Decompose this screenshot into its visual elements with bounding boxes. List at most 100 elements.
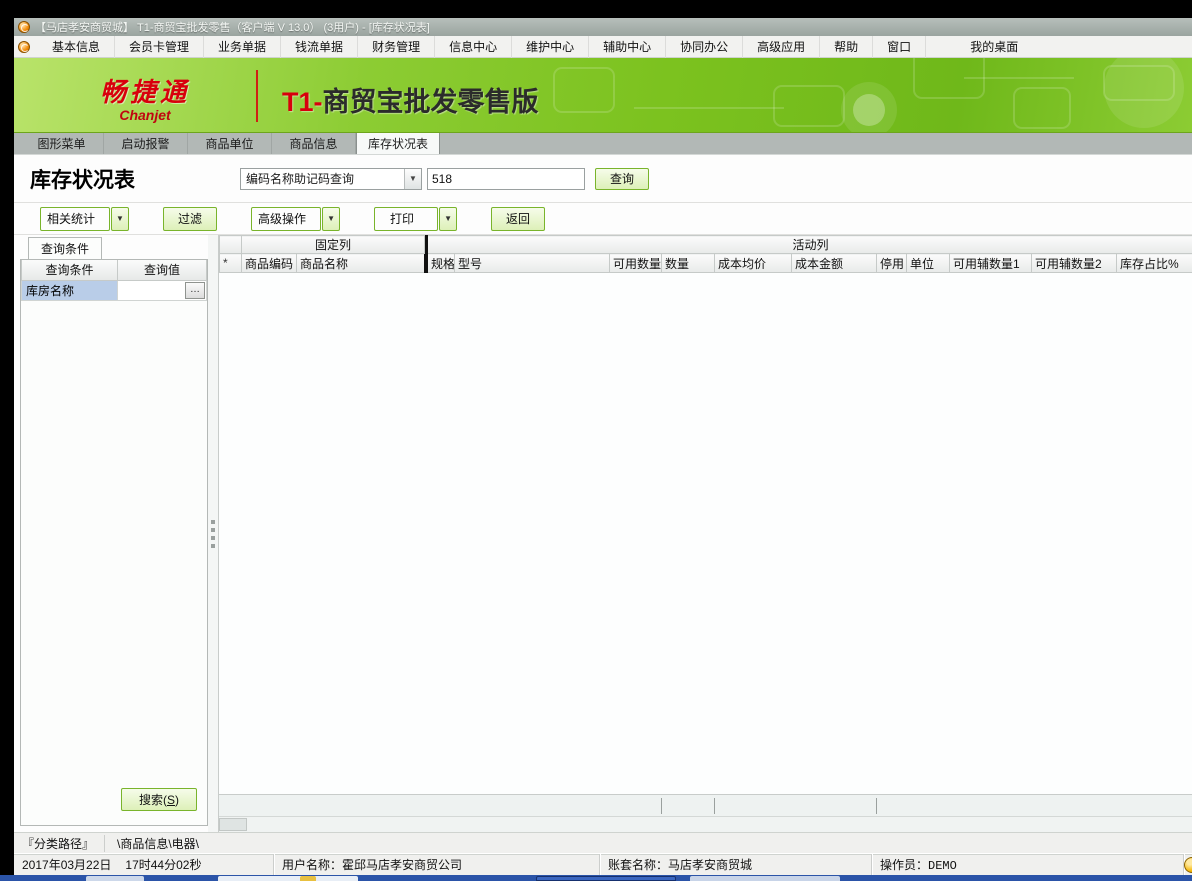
product-name: 商贸宝批发零售版 bbox=[322, 87, 539, 117]
menu-item-business-docs[interactable]: 业务单据 bbox=[204, 35, 282, 58]
tab-graphic-menu[interactable]: 图形菜单 bbox=[20, 133, 104, 154]
content-area: 库存状况表 编码名称助记码查询 ▼ 查询 相关统计 ▼ 过滤 高级操作 ▼ 打印… bbox=[14, 155, 1192, 875]
notification-icon[interactable] bbox=[1184, 856, 1192, 873]
grid-header: 固定列 活动列 * 商品编码 商品名称 规格 型号 可用数量 数量 成本均价 成… bbox=[219, 235, 1192, 273]
col-header-available-qty[interactable]: 可用数量 bbox=[609, 253, 663, 273]
menu-item-assist-center[interactable]: 辅助中心 bbox=[589, 35, 667, 58]
status-operator: 操作员：DEMO bbox=[872, 854, 1184, 875]
tab-inventory-status[interactable]: 库存状况表 bbox=[356, 133, 440, 154]
warehouse-value-cell[interactable]: … bbox=[117, 280, 207, 301]
menu-item-advanced-apps[interactable]: 高级应用 bbox=[743, 35, 821, 58]
col-header-avg-cost[interactable]: 成本均价 bbox=[714, 253, 793, 273]
menu-item-cashflow-docs[interactable]: 钱流单据 bbox=[281, 35, 359, 58]
related-stats-caret-icon[interactable]: ▼ bbox=[111, 206, 130, 231]
active-columns-group-header: 活动列 bbox=[427, 235, 1192, 254]
grid-summary-row bbox=[219, 794, 1192, 816]
inventory-grid: 固定列 活动列 * 商品编码 商品名称 规格 型号 可用数量 数量 成本均价 成… bbox=[218, 235, 1192, 832]
menu-item-finance[interactable]: 财务管理 bbox=[358, 35, 436, 58]
menu-item-member-card[interactable]: 会员卡管理 bbox=[115, 35, 205, 58]
menu-item-basic-info[interactable]: 基本信息 bbox=[38, 35, 116, 58]
logo-english: Chanjet bbox=[119, 107, 171, 123]
caret-down-icon[interactable]: ▼ bbox=[404, 168, 421, 189]
summary-divider bbox=[661, 798, 662, 814]
status-time: 17时44分02秒 bbox=[125, 858, 202, 872]
related-stats-button[interactable]: 相关统计 bbox=[40, 206, 111, 231]
condition-row: 库房名称 … bbox=[21, 280, 207, 301]
query-condition-tab[interactable]: 查询条件 bbox=[28, 237, 102, 259]
query-button[interactable]: 查询 bbox=[595, 167, 649, 190]
menu-item-collaboration[interactable]: 协同办公 bbox=[666, 35, 744, 58]
brand-banner: 畅捷通 Chanjet T1-商贸宝批发零售版 bbox=[14, 58, 1192, 133]
tab-product-unit[interactable]: 商品单位 bbox=[188, 133, 272, 154]
menu-item-help[interactable]: 帮助 bbox=[820, 35, 874, 58]
warehouse-name-cell[interactable]: 库房名称 bbox=[21, 280, 118, 301]
back-button[interactable]: 返回 bbox=[491, 206, 546, 231]
fixed-columns-group-header: 固定列 bbox=[240, 235, 426, 254]
menu-item-info-center[interactable]: 信息中心 bbox=[435, 35, 513, 58]
col-header-spec[interactable]: 规格 bbox=[427, 253, 456, 273]
ellipsis-button[interactable]: … bbox=[185, 281, 205, 299]
menu-item-window[interactable]: 窗口 bbox=[873, 35, 927, 58]
panel-empty-space bbox=[21, 301, 207, 789]
category-path-value: \商品信息\电器\ bbox=[117, 836, 200, 851]
scrollbar-thumb[interactable] bbox=[219, 818, 247, 831]
page-title: 库存状况表 bbox=[30, 168, 135, 192]
col-header-qty[interactable]: 数量 bbox=[661, 253, 716, 273]
document-tab-bar: 图形菜单 启动报警 商品单位 商品信息 库存状况表 bbox=[14, 133, 1192, 155]
col-header-stock-ratio[interactable]: 库存占比% bbox=[1116, 253, 1192, 273]
status-bar: 2017年03月22日 17时44分02秒 用户名称：霍邱马店孝安商贸公司 账套… bbox=[14, 853, 1192, 875]
advanced-ops-button[interactable]: 高级操作 bbox=[251, 206, 322, 231]
query-condition-box: 查询条件 查询值 库房名称 … 搜索(S) bbox=[20, 259, 208, 826]
search-type-select[interactable]: 编码名称助记码查询 ▼ bbox=[240, 167, 422, 190]
condition-table: 查询条件 查询值 库房名称 … bbox=[21, 260, 207, 301]
condition-column-header[interactable]: 查询条件 bbox=[21, 260, 118, 281]
search-input[interactable] bbox=[427, 167, 585, 190]
search-type-value: 编码名称助记码查询 bbox=[246, 172, 355, 186]
col-header-product-name[interactable]: 商品名称 bbox=[295, 253, 426, 273]
system-menu-icon[interactable] bbox=[18, 40, 30, 53]
advanced-ops-caret-icon[interactable]: ▼ bbox=[322, 206, 341, 231]
filter-button[interactable]: 过滤 bbox=[163, 206, 218, 231]
status-date: 2017年03月22日 bbox=[22, 858, 112, 872]
application-window: 【马店孝安商贸城】 T1-商贸宝批发零售（客户端 V 13.0） (3用户) -… bbox=[14, 18, 1192, 875]
app-icon bbox=[18, 21, 30, 33]
menu-item-maintenance[interactable]: 维护中心 bbox=[512, 35, 590, 58]
col-header-model[interactable]: 型号 bbox=[454, 253, 611, 273]
taskbar-window-button[interactable] bbox=[690, 876, 840, 881]
category-path-label: 『分类路径』 bbox=[14, 834, 106, 852]
page-header: 库存状况表 编码名称助记码查询 ▼ 查询 bbox=[14, 155, 1192, 203]
col-header-aux-qty1[interactable]: 可用辅数量1 bbox=[949, 253, 1033, 273]
print-button[interactable]: 打印 bbox=[374, 206, 439, 231]
col-header-unit[interactable]: 单位 bbox=[906, 253, 951, 273]
panel-search-wrap: 搜索(S) bbox=[121, 788, 197, 811]
col-header-aux-qty2[interactable]: 可用辅数量2 bbox=[1031, 253, 1118, 273]
taskbar[interactable] bbox=[0, 875, 1192, 881]
taskbar-window-button[interactable] bbox=[218, 876, 358, 881]
value-column-header[interactable]: 查询值 bbox=[117, 260, 207, 281]
col-header-product-code[interactable]: 商品编码 bbox=[241, 253, 297, 273]
category-path-bar: 『分类路径』 \商品信息\电器\ bbox=[14, 832, 1192, 853]
panel-splitter[interactable] bbox=[208, 235, 218, 832]
taskbar-window-button[interactable] bbox=[536, 876, 676, 881]
toolbar: 相关统计 ▼ 过滤 高级操作 ▼ 打印 ▼ 返回 bbox=[14, 203, 1192, 235]
grid-corner-cell bbox=[219, 235, 242, 254]
advanced-ops-split: 高级操作 ▼ bbox=[251, 206, 341, 231]
title-bar: 【马店孝安商贸城】 T1-商贸宝批发零售（客户端 V 13.0） (3用户) -… bbox=[14, 18, 1192, 36]
taskbar-window-button[interactable] bbox=[86, 876, 144, 881]
taskbar-icon[interactable] bbox=[300, 876, 316, 881]
chanjet-logo: 畅捷通 Chanjet bbox=[100, 72, 190, 123]
summary-divider bbox=[876, 798, 877, 814]
search-label-pre: 搜索( bbox=[138, 793, 167, 807]
window-title: 【马店孝安商贸城】 T1-商贸宝批发零售（客户端 V 13.0） (3用户) -… bbox=[35, 22, 430, 34]
logo-chinese: 畅捷通 bbox=[100, 77, 191, 107]
col-header-cost-amount[interactable]: 成本金额 bbox=[791, 253, 878, 273]
horizontal-scrollbar[interactable] bbox=[219, 816, 1192, 832]
summary-divider bbox=[714, 798, 715, 814]
product-title: T1-商贸宝批发零售版 bbox=[282, 80, 539, 119]
search-s-button[interactable]: 搜索(S) bbox=[121, 788, 197, 811]
tab-startup-alert[interactable]: 启动报警 bbox=[104, 133, 188, 154]
col-header-disabled[interactable]: 停用 bbox=[876, 253, 908, 273]
print-caret-icon[interactable]: ▼ bbox=[439, 206, 458, 231]
menu-item-my-desktop[interactable]: 我的桌面 bbox=[956, 36, 1032, 58]
tab-product-info[interactable]: 商品信息 bbox=[272, 133, 356, 154]
